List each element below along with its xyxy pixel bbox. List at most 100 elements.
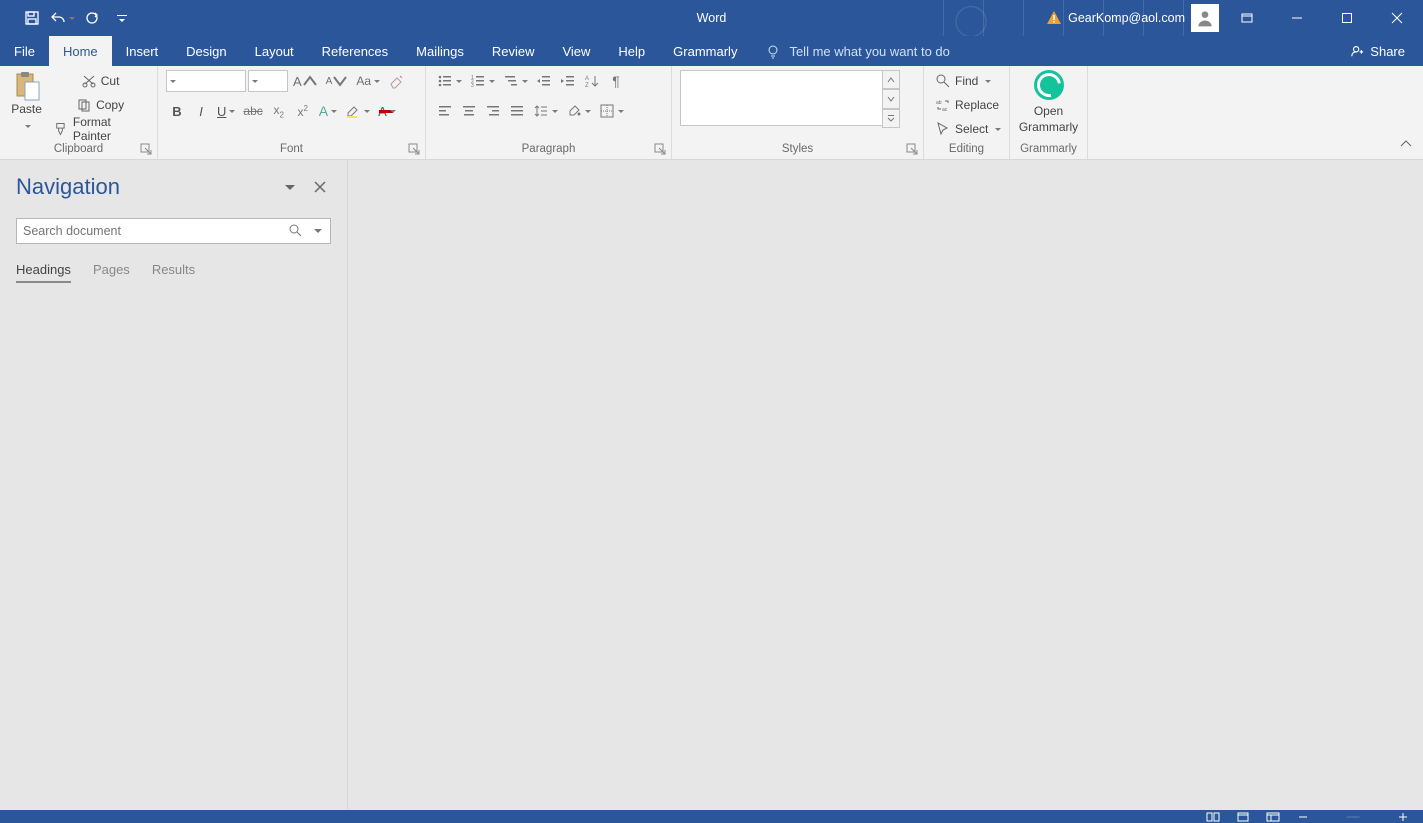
underline-button[interactable]: U: [214, 100, 238, 122]
maximize-button[interactable]: [1325, 4, 1369, 32]
ribbon-display-button[interactable]: [1225, 4, 1269, 32]
print-layout-button[interactable]: [1233, 811, 1253, 823]
group-paragraph: 123 AZ ¶ Paragraph: [426, 66, 672, 159]
navigation-close-button[interactable]: [309, 176, 331, 198]
replace-button[interactable]: abacReplace: [932, 94, 1002, 116]
navigation-menu-button[interactable]: [279, 176, 301, 198]
tab-file[interactable]: File: [0, 36, 49, 66]
align-left-button[interactable]: [434, 100, 456, 122]
group-label-paragraph: Paragraph: [522, 143, 576, 155]
bold-button[interactable]: B: [166, 100, 188, 122]
tab-layout[interactable]: Layout: [241, 36, 308, 66]
superscript-button[interactable]: x2: [292, 100, 314, 122]
tell-me-search[interactable]: Tell me what you want to do: [751, 36, 963, 66]
styles-expand[interactable]: [882, 109, 900, 128]
account-info[interactable]: GearKomp@aol.com: [1046, 4, 1219, 32]
search-input[interactable]: [16, 218, 331, 244]
group-editing: Find abacReplace Select Editing: [924, 66, 1010, 159]
save-button[interactable]: [18, 4, 46, 32]
navtab-pages[interactable]: Pages: [93, 262, 130, 283]
strikethrough-button[interactable]: abc: [240, 100, 265, 122]
font-color-button[interactable]: A: [375, 100, 399, 122]
redo-button[interactable]: [78, 4, 106, 32]
shading-button[interactable]: [563, 100, 594, 122]
svg-text:ab: ab: [936, 100, 942, 106]
align-center-button[interactable]: [458, 100, 480, 122]
sort-button[interactable]: AZ: [581, 70, 603, 92]
format-painter-button[interactable]: Format Painter: [51, 118, 149, 140]
search-go-button[interactable]: [285, 220, 307, 242]
tab-home[interactable]: Home: [49, 36, 112, 66]
align-right-button[interactable]: [482, 100, 504, 122]
copy-button[interactable]: Copy: [51, 94, 149, 116]
clipboard-launcher[interactable]: [140, 143, 153, 156]
down-caret-icon: [332, 73, 348, 89]
numbering-button[interactable]: 123: [467, 70, 498, 92]
tab-view[interactable]: View: [548, 36, 604, 66]
document-area[interactable]: [348, 160, 1423, 810]
italic-button[interactable]: I: [190, 100, 212, 122]
styles-gallery[interactable]: [680, 70, 900, 126]
paragraph-launcher[interactable]: [654, 143, 667, 156]
font-name-combo[interactable]: [166, 70, 246, 92]
increase-indent-button[interactable]: [557, 70, 579, 92]
group-label-editing: Editing: [949, 143, 984, 155]
font-launcher[interactable]: [408, 143, 421, 156]
bullets-button[interactable]: [434, 70, 465, 92]
tab-grammarly[interactable]: Grammarly: [659, 36, 751, 66]
tab-mailings[interactable]: Mailings: [402, 36, 478, 66]
show-marks-button[interactable]: ¶: [605, 70, 627, 92]
work-area: Navigation Headings Pages Results: [0, 160, 1423, 810]
find-button[interactable]: Find: [932, 70, 994, 92]
grow-font-button[interactable]: A: [290, 70, 321, 92]
multilevel-list-button[interactable]: [500, 70, 531, 92]
font-size-combo[interactable]: [248, 70, 288, 92]
styles-launcher[interactable]: [906, 143, 919, 156]
tab-design[interactable]: Design: [172, 36, 240, 66]
collapse-ribbon-button[interactable]: [1395, 133, 1417, 155]
customize-qat-button[interactable]: [108, 4, 136, 32]
navtab-results[interactable]: Results: [152, 262, 195, 283]
change-case-button[interactable]: Aa: [353, 70, 383, 92]
web-layout-button[interactable]: [1263, 811, 1283, 823]
text-effects-button[interactable]: A: [316, 100, 340, 122]
shrink-font-button[interactable]: A: [323, 70, 352, 92]
cut-button[interactable]: Cut: [51, 70, 149, 92]
borders-button[interactable]: [596, 100, 627, 122]
svg-text:Z: Z: [585, 83, 589, 89]
paste-dropdown[interactable]: [22, 116, 31, 134]
avatar: [1191, 4, 1219, 32]
zoom-slider[interactable]: [1323, 811, 1383, 823]
up-caret-icon: [302, 73, 318, 89]
navtab-headings[interactable]: Headings: [16, 262, 71, 283]
borders-icon: [599, 103, 615, 119]
tab-review[interactable]: Review: [478, 36, 549, 66]
subscript-button[interactable]: x2: [268, 100, 290, 122]
share-button[interactable]: Share: [1332, 36, 1423, 66]
tab-references[interactable]: References: [308, 36, 402, 66]
paste-button[interactable]: Paste: [8, 70, 45, 134]
open-grammarly-button[interactable]: Open Grammarly: [1019, 70, 1078, 134]
justify-button[interactable]: [506, 100, 528, 122]
undo-button[interactable]: [48, 4, 76, 32]
zoom-out-button[interactable]: [1293, 811, 1313, 823]
title-bar: Word GearKomp@aol.com: [0, 0, 1423, 36]
highlight-button[interactable]: [342, 100, 373, 122]
tab-insert[interactable]: Insert: [112, 36, 173, 66]
align-right-icon: [485, 103, 501, 119]
select-button[interactable]: Select: [932, 118, 1004, 140]
styles-scroll-down[interactable]: [882, 89, 900, 108]
styles-scroll-up[interactable]: [882, 70, 900, 89]
line-spacing-button[interactable]: [530, 100, 561, 122]
tab-help[interactable]: Help: [604, 36, 659, 66]
zoom-in-button[interactable]: [1393, 811, 1413, 823]
search-options-button[interactable]: [307, 220, 329, 242]
bullets-icon: [437, 73, 453, 89]
minimize-button[interactable]: [1275, 4, 1319, 32]
read-mode-button[interactable]: [1203, 811, 1223, 823]
group-label-clipboard: Clipboard: [54, 143, 103, 155]
clear-formatting-button[interactable]: [385, 70, 407, 92]
decrease-indent-button[interactable]: [533, 70, 555, 92]
ribbon-tabs: File Home Insert Design Layout Reference…: [0, 36, 1423, 66]
close-button[interactable]: [1375, 4, 1419, 32]
